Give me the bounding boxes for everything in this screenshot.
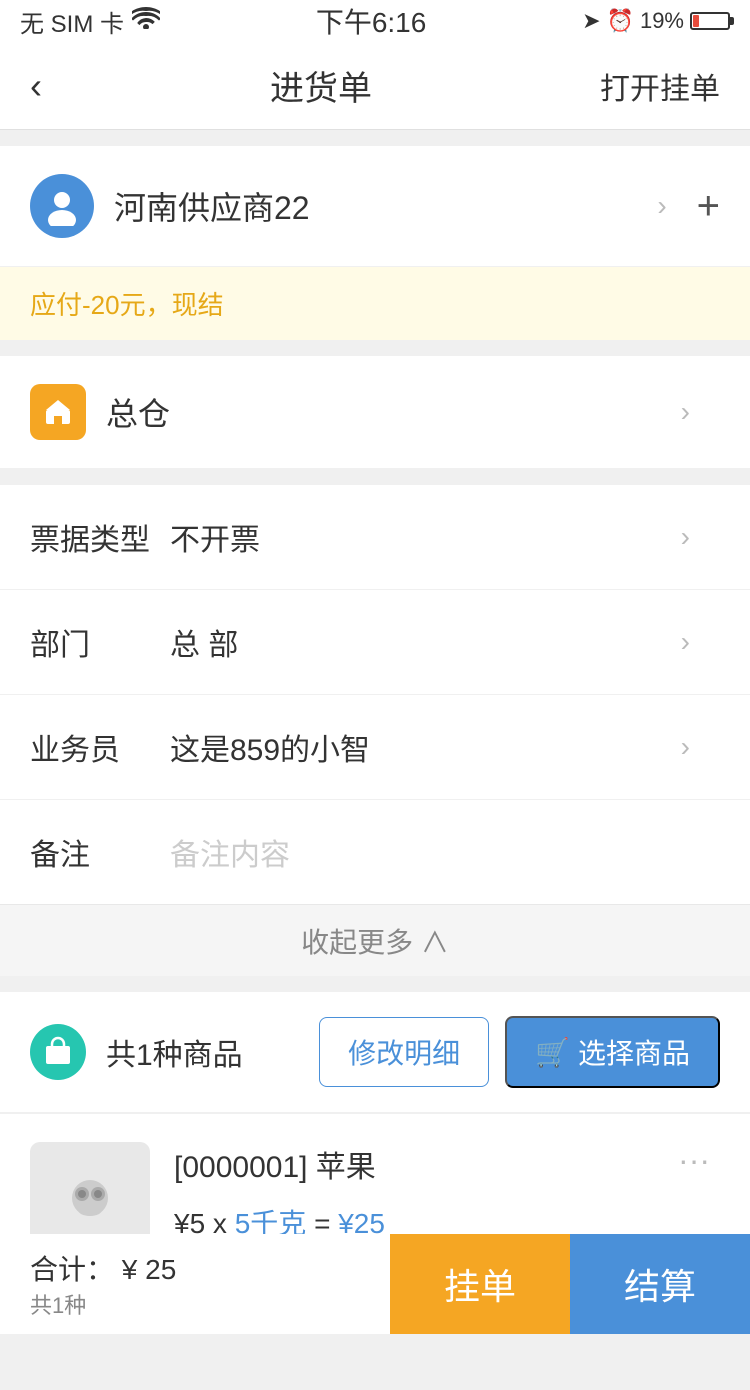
- products-header: 共1种商品 修改明细 🛒 选择商品: [0, 992, 750, 1113]
- product-more-button[interactable]: ···: [668, 1142, 720, 1179]
- invoice-type-row[interactable]: 票据类型 不开票 ›: [0, 484, 750, 589]
- status-left: 无 SIM 卡: [20, 4, 160, 39]
- cart-icon: 🛒: [535, 1036, 570, 1069]
- warehouse-name: 总仓: [106, 389, 681, 435]
- product-count-icon: [30, 1024, 86, 1080]
- salesperson-value: 这是859的小智: [170, 725, 681, 769]
- warehouse-card: 总仓 ›: [0, 356, 750, 468]
- total-count: 共1种: [30, 1288, 360, 1320]
- product-count-text: 共1种商品: [106, 1030, 319, 1074]
- bottom-bar: 合计： ¥ 25 共1种 挂单 结算: [0, 1234, 750, 1334]
- department-label: 部门: [30, 620, 170, 664]
- remark-row[interactable]: 备注 备注内容: [0, 799, 750, 904]
- invoice-type-label: 票据类型: [30, 515, 170, 559]
- remark-label: 备注: [30, 830, 170, 874]
- divider-2: [0, 340, 750, 356]
- status-time: 下午6:16: [316, 1, 427, 41]
- total-label: 合计：: [30, 1254, 114, 1285]
- invoice-type-value: 不开票: [170, 515, 681, 559]
- product-name: [0000001] 苹果: [174, 1142, 668, 1186]
- supplier-name: 河南供应商22: [114, 183, 657, 229]
- salesperson-chevron-icon: ›: [681, 731, 690, 763]
- salesperson-row[interactable]: 业务员 这是859的小智 ›: [0, 694, 750, 799]
- status-right: ➤ ⏰ 19%: [582, 8, 730, 34]
- total-amount: ¥ 25: [122, 1254, 177, 1285]
- divider-1: [0, 130, 750, 146]
- invoice-chevron-icon: ›: [681, 521, 690, 553]
- checkout-button[interactable]: 结算: [570, 1234, 750, 1334]
- warehouse-icon: [30, 384, 86, 440]
- battery-percent: 19%: [640, 8, 684, 34]
- page-title: 进货单: [270, 61, 372, 110]
- department-row[interactable]: 部门 总 部 ›: [0, 589, 750, 694]
- nav-bar: ‹ 进货单 打开挂单: [0, 42, 750, 130]
- carrier-text: 无 SIM 卡: [20, 4, 124, 39]
- alarm-icon: ⏰: [607, 8, 634, 34]
- open-hang-button[interactable]: 打开挂单: [600, 64, 720, 108]
- total-section: 合计： ¥ 25 共1种: [0, 1248, 390, 1320]
- hang-button[interactable]: 挂单: [390, 1234, 570, 1334]
- divider-4: [0, 976, 750, 992]
- warehouse-chevron-icon: ›: [681, 396, 690, 428]
- notice-bar: 应付-20元，现结: [0, 267, 750, 340]
- department-chevron-icon: ›: [681, 626, 690, 658]
- supplier-avatar: [30, 174, 94, 238]
- wifi-icon: [132, 7, 160, 36]
- select-product-button[interactable]: 🛒 选择商品: [505, 1016, 720, 1088]
- supplier-chevron-icon: ›: [657, 190, 666, 222]
- select-product-label: 选择商品: [578, 1032, 690, 1072]
- divider-3: [0, 468, 750, 484]
- battery-icon: [690, 12, 730, 30]
- department-value: 总 部: [170, 620, 681, 664]
- edit-detail-button[interactable]: 修改明细: [319, 1017, 489, 1087]
- supplier-card: 河南供应商22 › + 应付-20元，现结: [0, 146, 750, 340]
- salesperson-label: 业务员: [30, 725, 170, 769]
- back-button[interactable]: ‹: [30, 65, 42, 107]
- add-supplier-button[interactable]: +: [697, 184, 720, 229]
- remark-input[interactable]: 备注内容: [170, 830, 720, 874]
- form-card: 票据类型 不开票 › 部门 总 部 › 业务员 这是859的小智 › 备注 备注…: [0, 484, 750, 904]
- location-icon: ➤: [582, 8, 600, 34]
- total-row: 合计： ¥ 25: [30, 1248, 360, 1288]
- collapse-bar[interactable]: 收起更多 ∧: [0, 904, 750, 976]
- product-info: [0000001] 苹果 ¥5 x 5千克 = ¥25: [174, 1142, 668, 1242]
- supplier-row[interactable]: 河南供应商22 › +: [0, 146, 750, 267]
- warehouse-row[interactable]: 总仓 ›: [0, 356, 750, 468]
- status-bar: 无 SIM 卡 下午6:16 ➤ ⏰ 19%: [0, 0, 750, 42]
